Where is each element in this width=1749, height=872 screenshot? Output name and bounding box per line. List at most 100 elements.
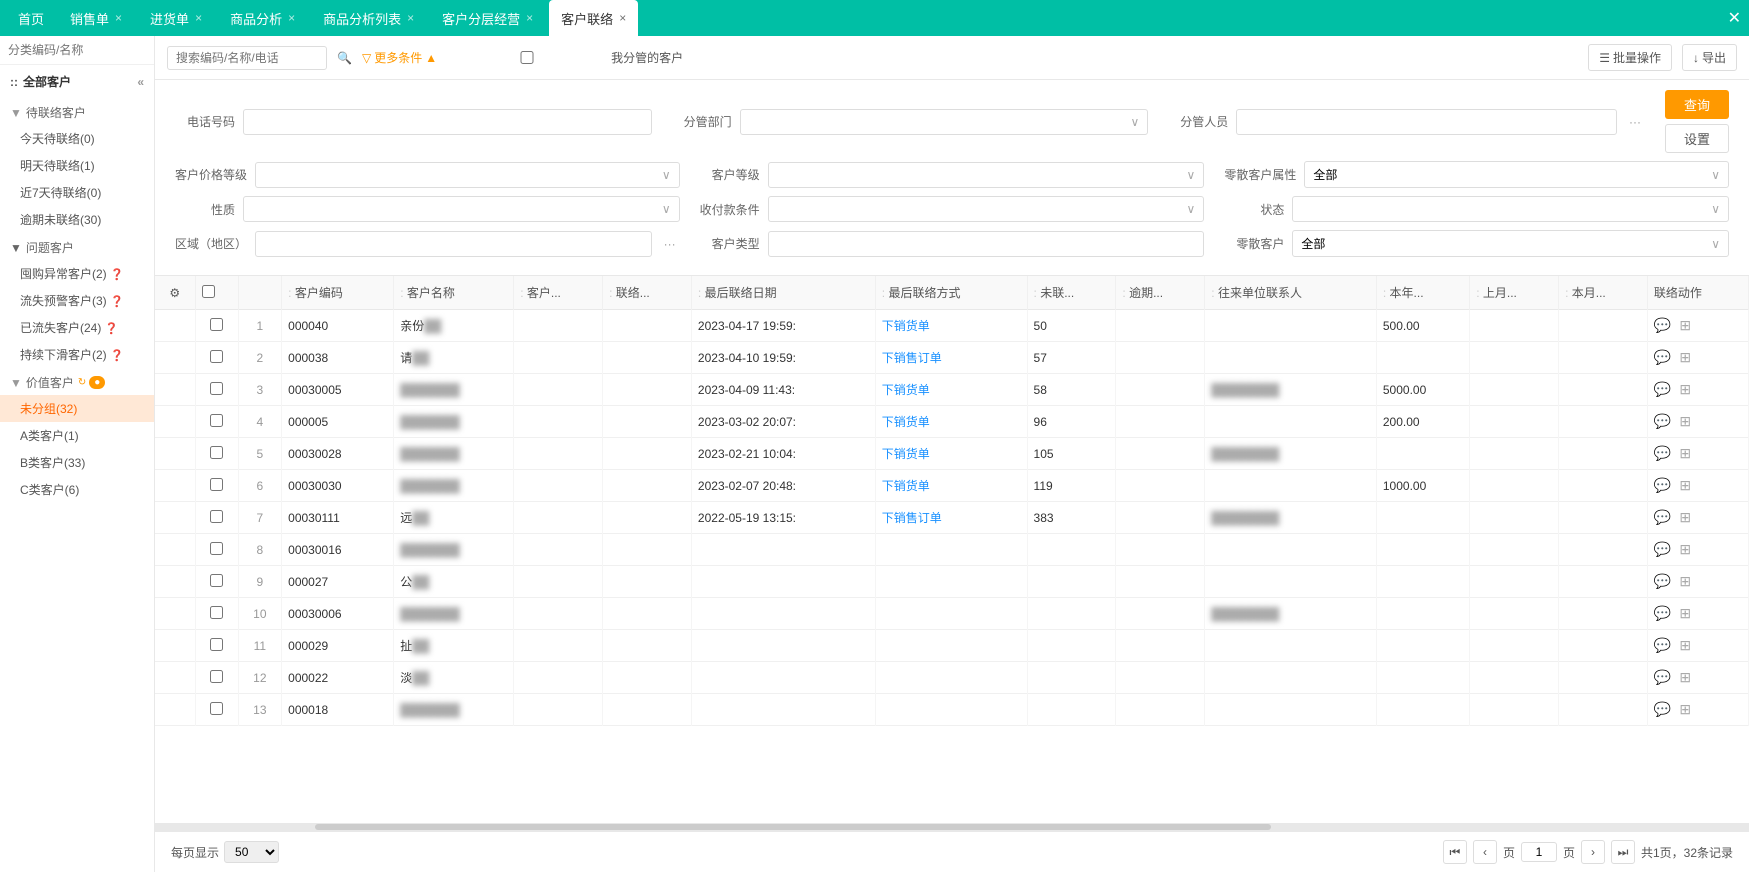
sidebar-item-b-class[interactable]: B类客户(33) xyxy=(0,449,154,476)
message-icon[interactable]: 💬 xyxy=(1654,413,1671,430)
sidebar-item-ungroup[interactable]: 未分组(32) xyxy=(0,395,154,422)
more-conditions-button[interactable]: ▽ 更多条件 ▲ xyxy=(362,49,437,66)
row-settings[interactable] xyxy=(155,342,195,374)
tab-purchase-order[interactable]: 进货单 × xyxy=(138,0,214,36)
customer-type-select[interactable] xyxy=(768,231,1205,257)
close-contact-tab[interactable]: × xyxy=(619,11,626,25)
grid-action-icon[interactable]: ⊞ xyxy=(1679,573,1691,590)
query-button[interactable]: 查询 xyxy=(1665,90,1729,119)
collapse-icon[interactable]: « xyxy=(137,75,144,89)
contact-column-header[interactable]: : 联络... xyxy=(603,276,692,310)
scatter-attr-select[interactable]: 全部 ∨ xyxy=(1304,161,1729,188)
tab-sales-order[interactable]: 销售单 × xyxy=(58,0,134,36)
row-checkbox[interactable] xyxy=(210,670,223,683)
contact-way-link[interactable]: 下销售订单 xyxy=(882,351,942,365)
last-contact-way[interactable] xyxy=(875,694,1027,726)
message-icon[interactable]: 💬 xyxy=(1654,701,1671,718)
sidebar-item-tomorrow[interactable]: 明天待联络(1) xyxy=(0,152,154,179)
grid-action-icon[interactable]: ⊞ xyxy=(1679,669,1691,686)
grid-action-icon[interactable]: ⊞ xyxy=(1679,349,1691,366)
last-contact-date-column-header[interactable]: : 最后联络日期 xyxy=(691,276,875,310)
row-settings[interactable] xyxy=(155,662,195,694)
close-layer-tab[interactable]: × xyxy=(526,11,533,25)
prev-page-button[interactable]: ‹ xyxy=(1473,840,1497,864)
row-settings[interactable] xyxy=(155,406,195,438)
search-icon[interactable]: 🔍 xyxy=(337,51,352,65)
overdue-column-header[interactable]: : 逾期... xyxy=(1116,276,1205,310)
last-contact-way[interactable] xyxy=(875,662,1027,694)
message-icon[interactable]: 💬 xyxy=(1654,381,1671,398)
message-icon[interactable]: 💬 xyxy=(1654,573,1671,590)
last-contact-way[interactable]: 下销货单 xyxy=(875,374,1027,406)
row-checkbox[interactable] xyxy=(210,382,223,395)
message-icon[interactable]: 💬 xyxy=(1654,605,1671,622)
sidebar-item-today[interactable]: 今天待联络(0) xyxy=(0,125,154,152)
manager-dots[interactable]: ··· xyxy=(1629,115,1641,129)
close-product-list-tab[interactable]: × xyxy=(407,11,414,25)
last-contact-way[interactable] xyxy=(875,630,1027,662)
search-input[interactable] xyxy=(167,46,327,70)
tab-customer-contact[interactable]: 客户联络 × xyxy=(549,0,638,36)
page-number-input[interactable] xyxy=(1521,842,1557,862)
my-customer-checkbox-label[interactable]: 我分管的客户 xyxy=(447,49,683,66)
sidebar-item-hoarding[interactable]: 囤购异常客户(2) ❓ xyxy=(0,260,154,287)
first-page-button[interactable]: ⏮ xyxy=(1443,840,1467,864)
next-page-button[interactable]: › xyxy=(1581,840,1605,864)
grid-action-icon[interactable]: ⊞ xyxy=(1679,637,1691,654)
checkbox-column-header[interactable] xyxy=(195,276,238,310)
message-icon[interactable]: 💬 xyxy=(1654,349,1671,366)
problem-customers-group[interactable]: ▼ 问题客户 xyxy=(0,233,154,260)
close-purchase-tab[interactable]: × xyxy=(195,11,202,25)
sidebar-item-overdue[interactable]: 逾期未联络(30) xyxy=(0,206,154,233)
company-contact-column-header[interactable]: : 往来单位联系人 xyxy=(1205,276,1377,310)
message-icon[interactable]: 💬 xyxy=(1654,669,1671,686)
batch-op-button[interactable]: ☰ 批量操作 xyxy=(1588,44,1672,71)
close-sales-tab[interactable]: × xyxy=(115,11,122,25)
row-checkbox[interactable] xyxy=(210,510,223,523)
close-product-tab[interactable]: × xyxy=(288,11,295,25)
this-year-column-header[interactable]: : 本年... xyxy=(1376,276,1469,310)
grid-action-icon[interactable]: ⊞ xyxy=(1679,413,1691,430)
grid-action-icon[interactable]: ⊞ xyxy=(1679,605,1691,622)
message-icon[interactable]: 💬 xyxy=(1654,477,1671,494)
row-settings[interactable] xyxy=(155,310,195,342)
last-contact-way[interactable]: 下销售订单 xyxy=(875,502,1027,534)
message-icon[interactable]: 💬 xyxy=(1654,317,1671,334)
contact-way-link[interactable]: 下销货单 xyxy=(882,415,930,429)
row-checkbox[interactable] xyxy=(210,702,223,715)
name-column-header[interactable]: : 客户名称 xyxy=(394,276,514,310)
message-icon[interactable]: 💬 xyxy=(1654,637,1671,654)
last-contact-way-column-header[interactable]: : 最后联络方式 xyxy=(875,276,1027,310)
sidebar-item-declining[interactable]: 持续下滑客户(2) ❓ xyxy=(0,341,154,368)
horizontal-scrollbar[interactable] xyxy=(155,823,1749,831)
grid-action-icon[interactable]: ⊞ xyxy=(1679,541,1691,558)
row-settings[interactable] xyxy=(155,694,195,726)
last-contact-way[interactable] xyxy=(875,566,1027,598)
this-month-column-header[interactable]: : 本月... xyxy=(1559,276,1648,310)
row-checkbox[interactable] xyxy=(210,606,223,619)
sidebar-item-7days[interactable]: 近7天待联络(0) xyxy=(0,179,154,206)
not-contacted-column-header[interactable]: : 未联... xyxy=(1027,276,1116,310)
grid-action-icon[interactable]: ⊞ xyxy=(1679,381,1691,398)
per-page-select[interactable]: 50 100 200 xyxy=(224,841,279,863)
code-column-header[interactable]: : 客户编码 xyxy=(282,276,394,310)
all-customers-header[interactable]: :: 全部客户 « xyxy=(0,65,154,98)
last-contact-way[interactable]: 下销货单 xyxy=(875,470,1027,502)
status-select[interactable]: ∨ xyxy=(1292,196,1729,222)
row-checkbox[interactable] xyxy=(210,350,223,363)
contact-way-link[interactable]: 下销货单 xyxy=(882,447,930,461)
row-settings[interactable] xyxy=(155,598,195,630)
value-customers-group[interactable]: ▼ 价值客户 ↻ ● xyxy=(0,368,154,395)
last-contact-way[interactable]: 下销货单 xyxy=(875,310,1027,342)
message-icon[interactable]: 💬 xyxy=(1654,509,1671,526)
sidebar-item-c-class[interactable]: C类客户(6) xyxy=(0,476,154,503)
phone-input[interactable] xyxy=(243,109,652,135)
last-contact-way[interactable]: 下销货单 xyxy=(875,406,1027,438)
row-settings[interactable] xyxy=(155,534,195,566)
tab-product-analysis[interactable]: 商品分析 × xyxy=(218,0,307,36)
contact-way-link[interactable]: 下销货单 xyxy=(882,479,930,493)
message-icon[interactable]: 💬 xyxy=(1654,445,1671,462)
payment-select[interactable]: ∨ xyxy=(768,196,1205,222)
grid-action-icon[interactable]: ⊞ xyxy=(1679,701,1691,718)
row-settings[interactable] xyxy=(155,470,195,502)
